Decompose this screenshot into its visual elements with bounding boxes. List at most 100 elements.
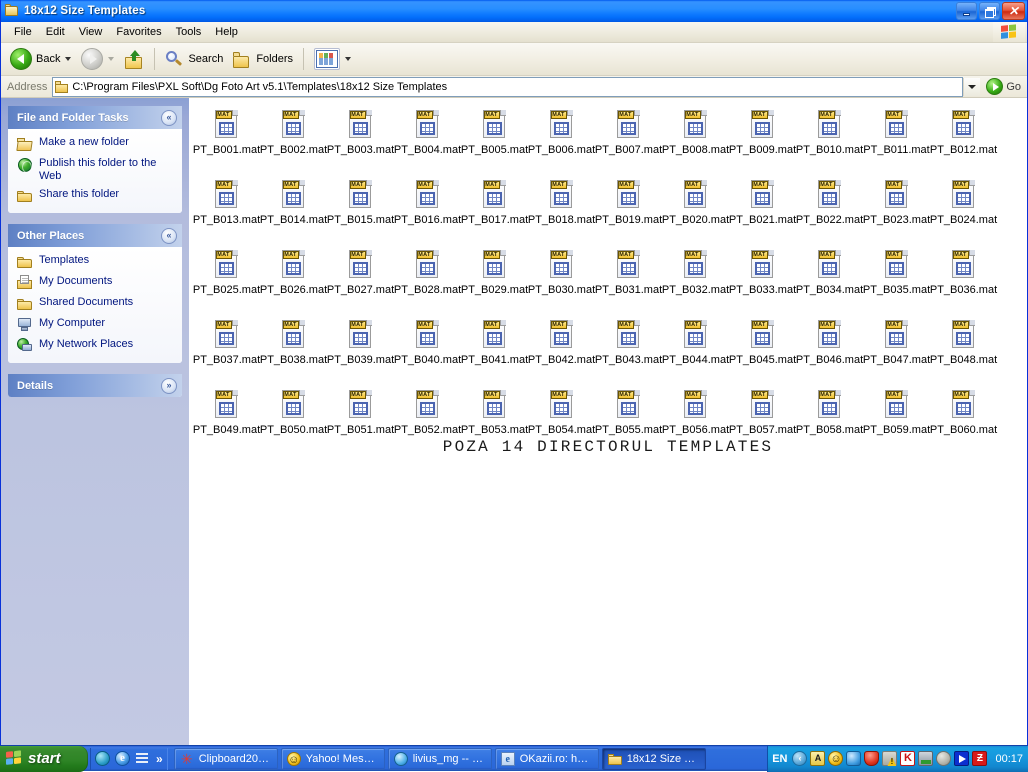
antivirus-icon[interactable] xyxy=(972,751,987,766)
chevron-down-icon[interactable]: » xyxy=(161,378,177,394)
folders-button[interactable]: Folders xyxy=(228,46,298,72)
menu-item-tools[interactable]: Tools xyxy=(169,24,209,40)
back-button[interactable]: Back xyxy=(5,46,76,72)
file-item[interactable]: MATPT_B016.mat xyxy=(394,176,461,246)
menu-item-favorites[interactable]: Favorites xyxy=(109,24,168,40)
clock[interactable]: 00:17 xyxy=(995,753,1023,765)
file-item[interactable]: MATPT_B010.mat xyxy=(796,106,863,176)
address-input[interactable]: C:\Program Files\PXL Soft\Dg Foto Art v5… xyxy=(52,77,963,97)
chevron-up-icon[interactable]: « xyxy=(161,228,177,244)
menu-item-view[interactable]: View xyxy=(72,24,110,40)
file-item[interactable]: MATPT_B043.mat xyxy=(595,316,662,386)
file-item[interactable]: MATPT_B021.mat xyxy=(729,176,796,246)
show-desktop-icon[interactable] xyxy=(95,751,110,766)
file-item[interactable]: MATPT_B047.mat xyxy=(863,316,930,386)
file-item[interactable]: MATPT_B034.mat xyxy=(796,246,863,316)
restore-button[interactable] xyxy=(979,2,1000,20)
sidebar-item-share-this-folder[interactable]: Share this folder xyxy=(17,188,174,204)
file-item[interactable]: MATPT_B040.mat xyxy=(394,316,461,386)
file-item[interactable]: MATPT_B019.mat xyxy=(595,176,662,246)
media-play-icon[interactable] xyxy=(954,751,969,766)
menu-item-edit[interactable]: Edit xyxy=(39,24,72,40)
file-item[interactable]: MATPT_B044.mat xyxy=(662,316,729,386)
sidebar-item-publish-this-folder-to-the-web[interactable]: Publish this folder to the Web xyxy=(17,157,174,183)
file-item[interactable]: MATPT_B042.mat xyxy=(528,316,595,386)
back-dropdown-icon[interactable] xyxy=(65,57,71,61)
file-item[interactable]: MATPT_B008.mat xyxy=(662,106,729,176)
file-item[interactable]: MATPT_B007.mat xyxy=(595,106,662,176)
file-item[interactable]: MATPT_B001.mat xyxy=(193,106,260,176)
minimize-button[interactable] xyxy=(956,2,977,20)
taskbar-button[interactable]: 18x12 Size Temp... xyxy=(602,748,706,770)
language-indicator[interactable]: EN xyxy=(772,753,787,765)
menu-item-file[interactable]: File xyxy=(7,24,39,40)
file-item[interactable]: MATPT_B028.mat xyxy=(394,246,461,316)
sidebar-item-my-computer[interactable]: My Computer xyxy=(17,317,174,333)
file-item[interactable]: MATPT_B022.mat xyxy=(796,176,863,246)
menu-item-help[interactable]: Help xyxy=(208,24,245,40)
taskbar-button[interactable]: Yahoo! Messenger xyxy=(281,748,385,770)
file-item[interactable]: MATPT_B032.mat xyxy=(662,246,729,316)
chevron-up-icon[interactable]: « xyxy=(161,110,177,126)
file-item[interactable]: MATPT_B037.mat xyxy=(193,316,260,386)
file-item[interactable]: MATPT_B006.mat xyxy=(528,106,595,176)
panel-header[interactable]: File and Folder Tasks « xyxy=(8,106,182,129)
file-item[interactable]: MATPT_B048.mat xyxy=(930,316,997,386)
file-item[interactable]: MATPT_B023.mat xyxy=(863,176,930,246)
update-icon[interactable] xyxy=(936,751,951,766)
network-icon[interactable] xyxy=(918,751,933,766)
file-item[interactable]: MATPT_B029.mat xyxy=(461,246,528,316)
file-item[interactable]: MATPT_B011.mat xyxy=(863,106,930,176)
messenger-icon[interactable] xyxy=(846,751,861,766)
kaspersky-icon[interactable] xyxy=(900,751,915,766)
views-button[interactable] xyxy=(309,46,356,72)
file-item[interactable]: MATPT_B002.mat xyxy=(260,106,327,176)
file-item[interactable]: MATPT_B009.mat xyxy=(729,106,796,176)
file-item[interactable]: MATPT_B012.mat xyxy=(930,106,997,176)
file-item[interactable]: MATPT_B015.mat xyxy=(327,176,394,246)
tray-expand-icon[interactable]: ‹ xyxy=(792,751,807,766)
file-item[interactable]: MATPT_B004.mat xyxy=(394,106,461,176)
file-item[interactable]: MATPT_B017.mat xyxy=(461,176,528,246)
address-dropdown-button[interactable] xyxy=(963,78,980,96)
file-item[interactable]: MATPT_B027.mat xyxy=(327,246,394,316)
taskbar-button[interactable]: Clipboard20 - Irf... xyxy=(174,748,278,770)
file-item[interactable]: MATPT_B020.mat xyxy=(662,176,729,246)
file-item[interactable]: MATPT_B005.mat xyxy=(461,106,528,176)
forward-button[interactable] xyxy=(76,46,119,72)
internet-explorer-icon[interactable] xyxy=(115,751,130,766)
file-item[interactable]: MATPT_B030.mat xyxy=(528,246,595,316)
warning-icon[interactable] xyxy=(882,751,897,766)
file-item[interactable]: MATPT_B039.mat xyxy=(327,316,394,386)
file-item[interactable]: MATPT_B024.mat xyxy=(930,176,997,246)
views-dropdown-icon[interactable] xyxy=(345,57,351,61)
file-item[interactable]: MATPT_B033.mat xyxy=(729,246,796,316)
language-bar-icon[interactable] xyxy=(810,751,825,766)
sidebar-item-templates[interactable]: Templates xyxy=(17,254,174,270)
file-item[interactable]: MATPT_B036.mat xyxy=(930,246,997,316)
search-button[interactable]: Search xyxy=(160,46,228,72)
go-button[interactable]: Go xyxy=(981,78,1027,95)
forward-dropdown-icon[interactable] xyxy=(108,57,114,61)
taskbar-button[interactable]: livius_mg -- Inst... xyxy=(388,748,492,770)
security-shield-icon[interactable] xyxy=(864,751,879,766)
file-item[interactable]: MATPT_B038.mat xyxy=(260,316,327,386)
panel-header[interactable]: Other Places « xyxy=(8,224,182,247)
file-item[interactable]: MATPT_B035.mat xyxy=(863,246,930,316)
file-item[interactable]: MATPT_B041.mat xyxy=(461,316,528,386)
media-player-icon[interactable] xyxy=(135,751,150,766)
file-item[interactable]: MATPT_B013.mat xyxy=(193,176,260,246)
yahoo-smiley-icon[interactable] xyxy=(828,751,843,766)
taskbar-button[interactable]: OKazii.ro: heli ho... xyxy=(495,748,599,770)
file-list-pane[interactable]: MATPT_B001.matMATPT_B002.matMATPT_B003.m… xyxy=(189,98,1027,745)
file-item[interactable]: MATPT_B025.mat xyxy=(193,246,260,316)
close-button[interactable]: ✕ xyxy=(1002,2,1025,20)
panel-header[interactable]: Details » xyxy=(8,374,182,397)
file-item[interactable]: MATPT_B003.mat xyxy=(327,106,394,176)
file-item[interactable]: MATPT_B031.mat xyxy=(595,246,662,316)
file-item[interactable]: MATPT_B014.mat xyxy=(260,176,327,246)
sidebar-item-make-a-new-folder[interactable]: Make a new folder xyxy=(17,136,174,152)
file-item[interactable]: MATPT_B018.mat xyxy=(528,176,595,246)
start-button[interactable]: start xyxy=(0,746,88,772)
sidebar-item-my-network-places[interactable]: My Network Places xyxy=(17,338,174,354)
